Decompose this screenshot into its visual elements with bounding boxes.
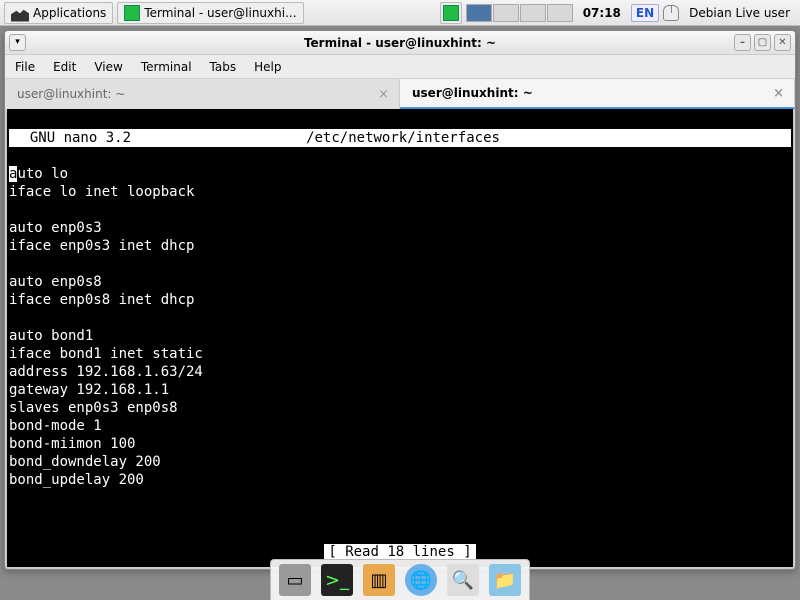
dock-terminal[interactable]: >_ — [321, 564, 353, 596]
menu-tabs[interactable]: Tabs — [210, 60, 237, 74]
menu-edit[interactable]: Edit — [53, 60, 76, 74]
nano-status-text: [ Read 18 lines ] — [324, 544, 475, 560]
tab-2-close-icon[interactable]: × — [773, 86, 784, 101]
terminal-window: ▾ Terminal - user@linuxhint: ~ – ▢ ✕ Fil… — [4, 30, 796, 570]
applications-menu[interactable]: Applications — [4, 2, 113, 24]
nano-app-name: GNU nano 3.2 — [9, 129, 135, 147]
close-button[interactable]: ✕ — [774, 34, 791, 51]
dock-show-desktop[interactable]: ▭ — [279, 564, 311, 596]
menu-terminal[interactable]: Terminal — [141, 60, 192, 74]
menu-view[interactable]: View — [94, 60, 122, 74]
window-menu-icon[interactable]: ▾ — [9, 34, 26, 51]
menu-help[interactable]: Help — [254, 60, 281, 74]
menubar: File Edit View Terminal Tabs Help — [5, 55, 795, 79]
window-title: Terminal - user@linuxhint: ~ — [304, 36, 496, 50]
maximize-button[interactable]: ▢ — [754, 34, 771, 51]
nano-body-text: uto lo iface lo inet loopback auto enp0s… — [9, 166, 203, 488]
workspace-3[interactable] — [520, 4, 546, 22]
top-panel: Applications Terminal - user@linuxhi... … — [0, 0, 800, 26]
workspace-pager[interactable] — [466, 4, 573, 22]
nano-file-path: /etc/network/interfaces — [135, 129, 671, 147]
clock[interactable]: 07:18 — [577, 6, 627, 20]
menu-file[interactable]: File — [15, 60, 35, 74]
dock-file-manager[interactable]: ▥ — [363, 564, 395, 596]
applications-label: Applications — [33, 6, 106, 20]
workspace-4[interactable] — [547, 4, 573, 22]
desktop-icon — [443, 5, 459, 21]
user-label[interactable]: Debian Live user — [683, 6, 796, 20]
xfce-logo-icon — [11, 4, 29, 22]
tab-1-close-icon[interactable]: × — [378, 87, 389, 102]
bottom-dock: ▭ >_ ▥ 🌐 🔍 📁 — [270, 559, 530, 600]
terminal-viewport[interactable]: GNU nano 3.2/etc/network/interfaces auto… — [5, 109, 795, 569]
keyboard-layout[interactable]: EN — [631, 4, 659, 22]
tab-1-label: user@linuxhint: ~ — [17, 87, 125, 101]
tab-2-label: user@linuxhint: ~ — [412, 86, 533, 100]
dock-home-folder[interactable]: 📁 — [489, 564, 521, 596]
mouse-icon[interactable] — [663, 5, 679, 21]
minimize-button[interactable]: – — [734, 34, 751, 51]
nano-body: auto lo iface lo inet loopback auto enp0… — [9, 166, 203, 488]
show-desktop-button[interactable] — [440, 2, 462, 24]
titlebar[interactable]: ▾ Terminal - user@linuxhint: ~ – ▢ ✕ — [5, 31, 795, 55]
nano-titlebar: GNU nano 3.2/etc/network/interfaces — [9, 129, 791, 147]
taskbar-item-terminal[interactable]: Terminal - user@linuxhi... — [117, 2, 303, 24]
workspace-2[interactable] — [493, 4, 519, 22]
dock-web-browser[interactable]: 🌐 — [405, 564, 437, 596]
terminal-icon — [124, 5, 140, 21]
dock-app-finder[interactable]: 🔍 — [447, 564, 479, 596]
tab-2[interactable]: user@linuxhint: ~ × — [400, 79, 795, 109]
tab-1[interactable]: user@linuxhint: ~ × — [5, 79, 400, 109]
workspace-1[interactable] — [466, 4, 492, 22]
tab-bar: user@linuxhint: ~ × user@linuxhint: ~ × — [5, 79, 795, 109]
taskbar-label: Terminal - user@linuxhi... — [144, 6, 296, 20]
